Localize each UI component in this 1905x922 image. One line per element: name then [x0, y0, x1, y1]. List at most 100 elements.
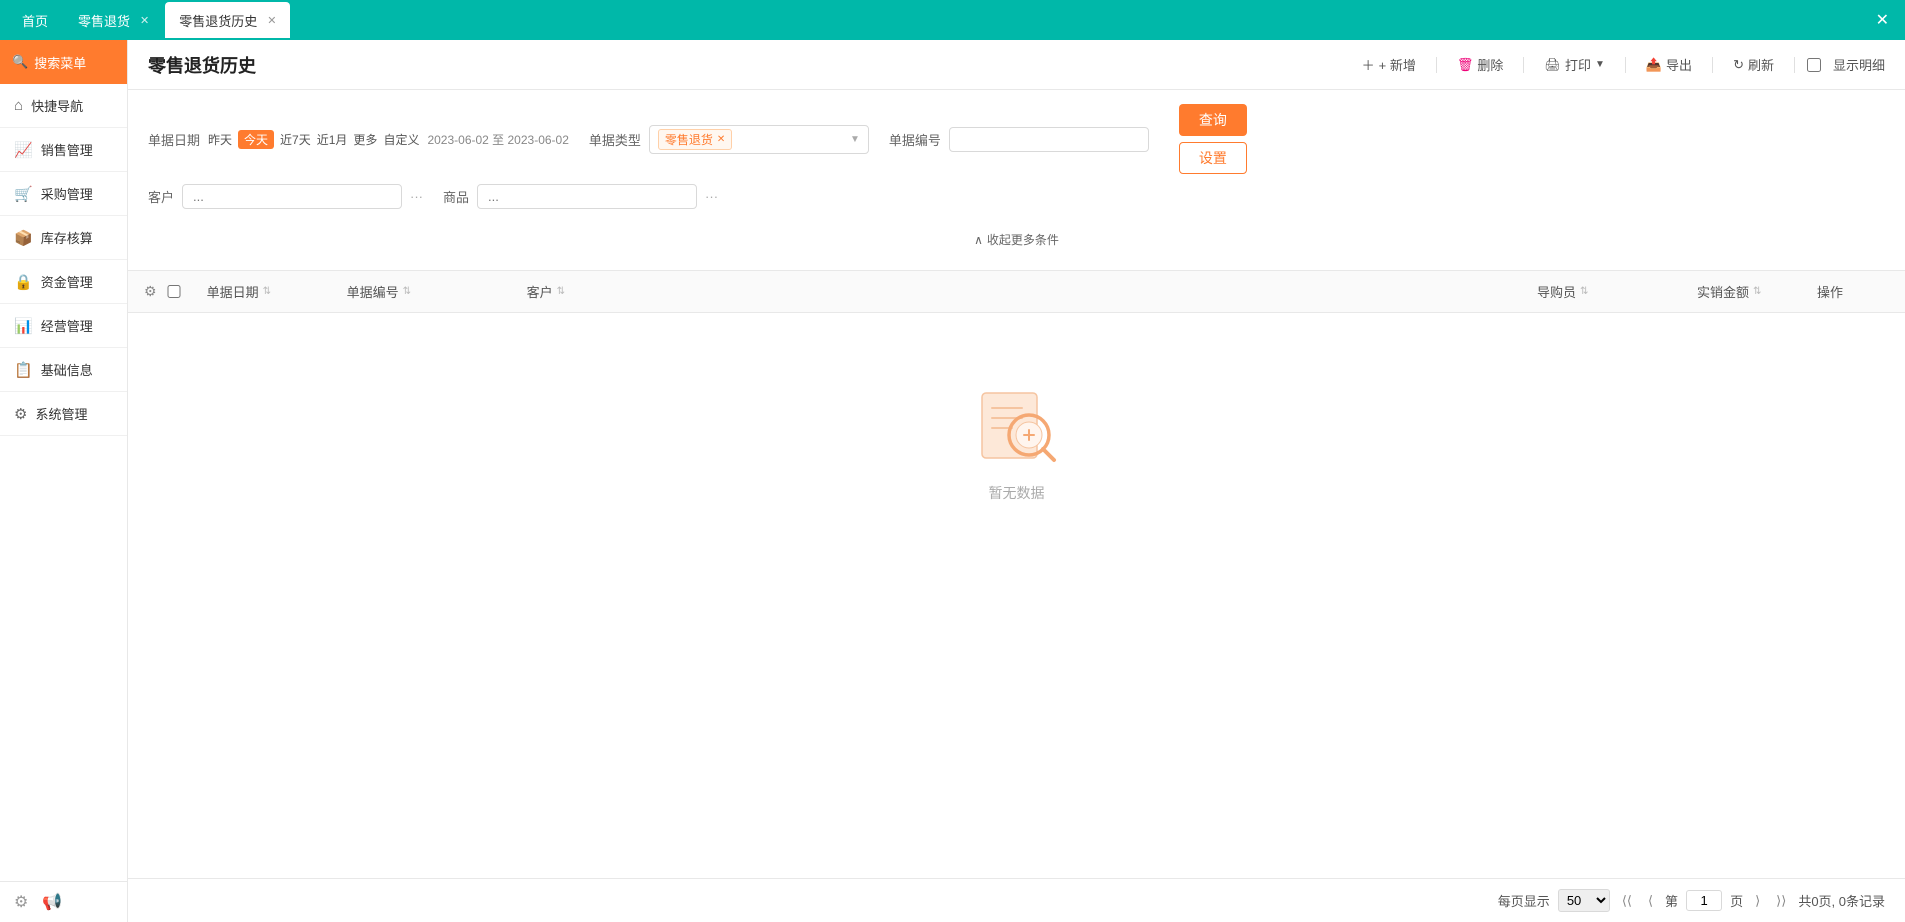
search-icon: 🔍 — [12, 54, 28, 70]
sidebar-item-quicknav-label: 快捷导航 — [31, 96, 83, 115]
sidebar-item-basicinfo[interactable]: 📋 基础信息 — [0, 348, 127, 392]
filter-type-select[interactable]: 零售退货 ✕ ▼ — [649, 125, 869, 154]
query-buttons: 查询 设置 — [1179, 104, 1247, 174]
date-option-today[interactable]: 今天 — [238, 130, 274, 149]
pagination-first-icon[interactable]: ⟨⟨ — [1618, 893, 1636, 909]
refresh-icon: ↻ — [1733, 57, 1744, 73]
setting-button[interactable]: 设置 — [1179, 142, 1247, 174]
tab-retail-return-close[interactable]: ✕ — [140, 14, 149, 27]
tab-home[interactable]: 首页 — [8, 2, 62, 38]
table-header: ⚙ 单据日期 ⇅ 单据编号 ⇅ 客户 ⇅ 导购员 ⇅ — [128, 271, 1905, 313]
th-amount-sort-icon: ⇅ — [1753, 286, 1761, 297]
sidebar-item-finance-label: 资金管理 — [41, 272, 93, 291]
sidebar-item-finance[interactable]: 🔒 资金管理 — [0, 260, 127, 304]
query-button[interactable]: 查询 — [1179, 104, 1247, 136]
date-option-custom[interactable]: 自定义 — [383, 131, 419, 148]
sidebar-item-purchase[interactable]: 🛒 采购管理 — [0, 172, 127, 216]
sidebar-item-operations-label: 经营管理 — [41, 316, 93, 335]
pagination: 每页显示 50 10 20 100 ⟨⟨ ⟨ 第 页 ⟩ ⟩⟩ 共0页, 0条记… — [128, 878, 1905, 922]
th-date[interactable]: 单据日期 ⇅ — [199, 282, 339, 301]
empty-illustration — [967, 373, 1067, 473]
date-option-more[interactable]: 更多 — [353, 131, 377, 148]
refresh-button[interactable]: ↻ 刷新 — [1725, 51, 1782, 78]
th-customer-label: 客户 — [527, 282, 553, 301]
page-title: 零售退货历史 — [148, 52, 256, 78]
th-op-label: 操作 — [1817, 282, 1843, 301]
sidebar-item-quicknav[interactable]: ⌂ 快捷导航 — [0, 84, 127, 128]
th-amount[interactable]: 实销金额 ⇅ — [1689, 282, 1809, 301]
filter-goods-input[interactable] — [477, 184, 697, 209]
export-button[interactable]: 📤 导出 — [1638, 51, 1700, 78]
table-settings-icon[interactable]: ⚙ — [144, 283, 157, 300]
pagination-total-info: 共0页, 0条记录 — [1798, 891, 1885, 910]
filter-customer-item: 客户 ··· — [148, 184, 423, 209]
select-all-checkbox[interactable] — [163, 285, 185, 298]
page-size-select[interactable]: 50 10 20 100 — [1558, 889, 1610, 912]
refresh-button-label: 刷新 — [1748, 55, 1774, 74]
export-icon: 📤 — [1646, 57, 1662, 73]
customer-more-icon[interactable]: ··· — [410, 189, 423, 204]
settings-gear-icon[interactable]: ⚙ — [14, 892, 28, 912]
date-option-1month[interactable]: 近1月 — [317, 131, 348, 148]
collapse-button[interactable]: ∧ 收起更多条件 — [974, 227, 1059, 252]
sidebar-item-purchase-label: 采购管理 — [41, 184, 93, 203]
new-button[interactable]: ＋ + 新增 — [1354, 51, 1424, 78]
sidebar-search[interactable]: 🔍 搜索菜单 — [0, 40, 127, 84]
pagination-last-icon[interactable]: ⟩⟩ — [1772, 893, 1790, 909]
goods-more-icon[interactable]: ··· — [705, 189, 718, 204]
tab-retail-return-history[interactable]: 零售退货历史 ✕ — [165, 2, 290, 38]
window-close-icon[interactable]: ✕ — [1868, 10, 1897, 30]
th-guide-sort-icon: ⇅ — [1580, 286, 1588, 297]
th-guide[interactable]: 导购员 ⇅ — [1529, 282, 1689, 301]
filter-customer-label: 客户 — [148, 187, 174, 206]
show-detail-label: 显示明细 — [1833, 55, 1885, 74]
collapse-label: 收起更多条件 — [987, 231, 1059, 248]
content-area: 零售退货历史 ＋ + 新增 🗑 删除 🖨 打印 ▼ — [128, 40, 1905, 922]
pagination-page-suffix: 页 — [1730, 891, 1743, 910]
home-icon: ⌂ — [14, 97, 23, 114]
date-option-yesterday[interactable]: 昨天 — [208, 131, 232, 148]
pagination-next-icon[interactable]: ⟩ — [1751, 893, 1764, 909]
show-detail-checkbox[interactable] — [1807, 58, 1821, 72]
sidebar-item-system[interactable]: ⚙ 系统管理 — [0, 392, 127, 436]
header-actions: ＋ + 新增 🗑 删除 🖨 打印 ▼ 📤 导出 — [1354, 51, 1885, 78]
th-customer[interactable]: 客户 ⇅ — [519, 282, 1529, 301]
divider-5 — [1794, 57, 1795, 73]
system-icon: ⚙ — [14, 405, 27, 423]
finance-icon: 🔒 — [14, 273, 33, 291]
filter-goods-label: 商品 — [443, 187, 469, 206]
purchase-icon: 🛒 — [14, 185, 33, 203]
delete-button[interactable]: 🗑 删除 — [1449, 51, 1512, 78]
filter-customer-input[interactable] — [182, 184, 402, 209]
table-area: ⚙ 单据日期 ⇅ 单据编号 ⇅ 客户 ⇅ 导购员 ⇅ — [128, 271, 1905, 878]
basicinfo-icon: 📋 — [14, 361, 33, 379]
filter-date-item: 单据日期 昨天 今天 近7天 近1月 更多 自定义 2023-06-02 至 2… — [148, 130, 569, 149]
operations-icon: 📊 — [14, 317, 33, 335]
th-number-label: 单据编号 — [347, 282, 399, 301]
filter-type-value: 零售退货 — [665, 131, 713, 148]
filter-type-tag: 零售退货 ✕ — [658, 129, 732, 150]
filter-type-tag-close[interactable]: ✕ — [717, 134, 725, 145]
print-button[interactable]: 🖨 打印 ▼ — [1536, 51, 1612, 78]
th-number[interactable]: 单据编号 ⇅ — [339, 282, 519, 301]
tab-home-label: 首页 — [22, 11, 48, 30]
sidebar-item-operations[interactable]: 📊 经营管理 — [0, 304, 127, 348]
filter-date-range: 2023-06-02 至 2023-06-02 — [427, 131, 568, 148]
pagination-prev-icon[interactable]: ⟨ — [1644, 893, 1657, 909]
pagination-page-input[interactable] — [1686, 890, 1722, 911]
sidebar-search-label: 搜索菜单 — [34, 53, 86, 72]
sales-icon: 📈 — [14, 141, 33, 159]
print-dropdown-icon: ▼ — [1595, 59, 1605, 70]
tab-retail-return-history-close[interactable]: ✕ — [267, 14, 276, 27]
filter-number-input[interactable] — [949, 127, 1149, 152]
tab-retail-return[interactable]: 零售退货 ✕ — [64, 2, 163, 38]
date-option-7days[interactable]: 近7天 — [280, 131, 311, 148]
filter-number-item: 单据编号 — [889, 127, 1149, 152]
page-header: 零售退货历史 ＋ + 新增 🗑 删除 🖨 打印 ▼ — [128, 40, 1905, 90]
sidebar-item-sales[interactable]: 📈 销售管理 — [0, 128, 127, 172]
top-bar: 首页 零售退货 ✕ 零售退货历史 ✕ ✕ — [0, 0, 1905, 40]
plus-icon: ＋ — [1362, 55, 1375, 74]
speaker-icon[interactable]: 📢 — [42, 892, 62, 912]
sidebar-item-inventory[interactable]: 📦 库存核算 — [0, 216, 127, 260]
sidebar-bottom: ⚙ 📢 — [0, 881, 127, 922]
